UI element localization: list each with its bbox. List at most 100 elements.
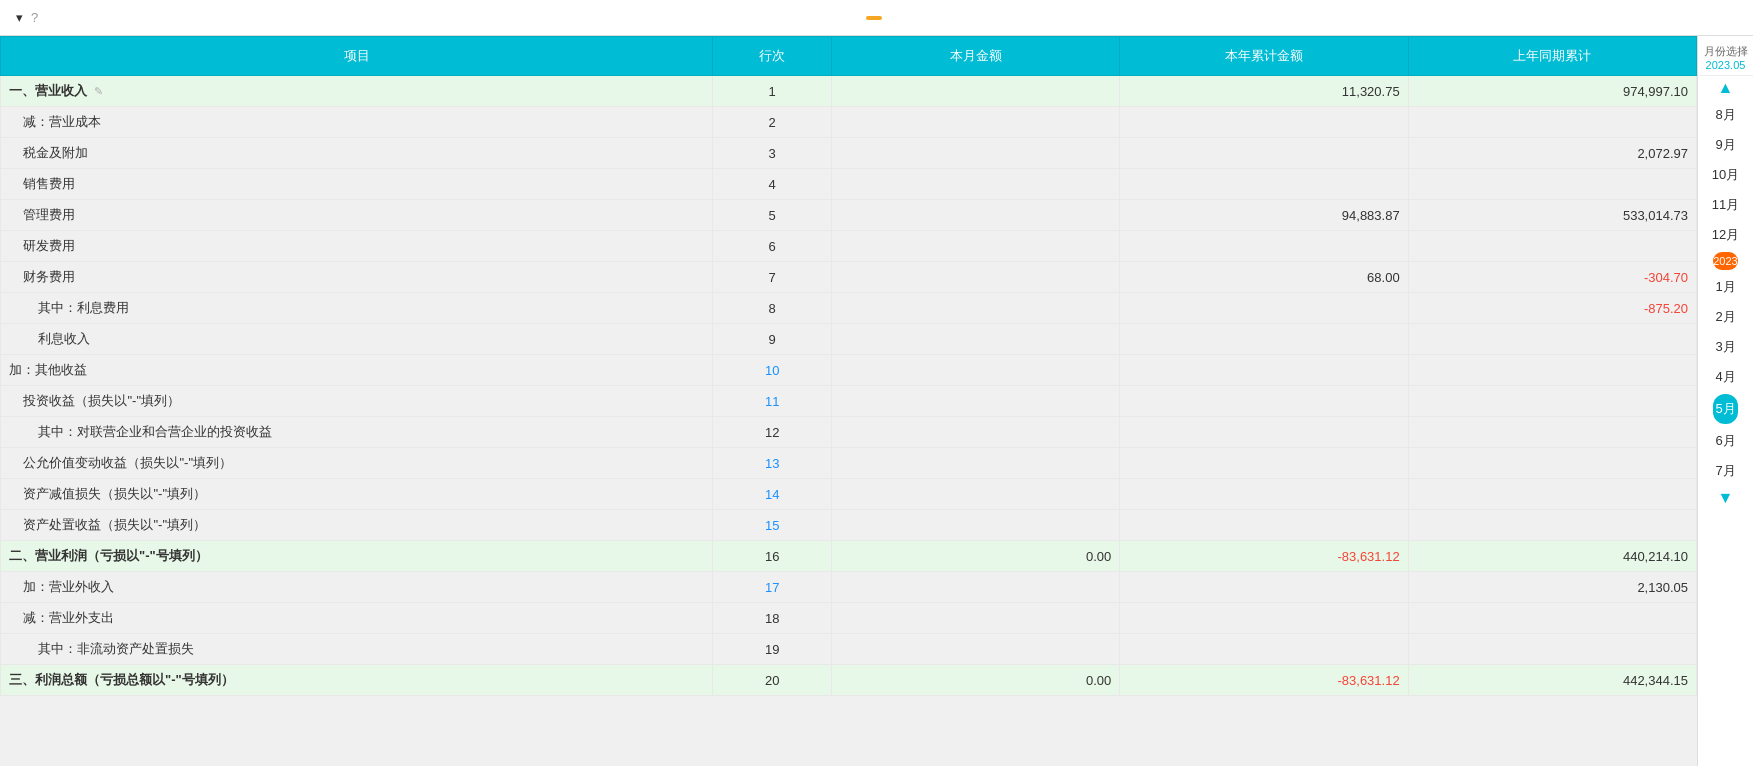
table-cell-rownumber: 13 (713, 448, 832, 479)
table-cell-item: 资产处置收益（损失以"-"填列） (1, 510, 713, 541)
table-cell-item: 其中：非流动资产处置损失 (1, 634, 713, 665)
table-cell-rownumber: 6 (713, 231, 832, 262)
table-cell-rownumber: 17 (713, 572, 832, 603)
table-cell-month (832, 169, 1120, 200)
month-item[interactable]: 6月 (1709, 426, 1741, 456)
scroll-up-button[interactable]: ▲ (1718, 80, 1734, 96)
table-cell-prev: 442,344.15 (1408, 665, 1696, 696)
help-icon[interactable]: ? (31, 10, 38, 25)
table-cell-rownumber: 20 (713, 665, 832, 696)
table-cell-year: 68.00 (1120, 262, 1408, 293)
table-cell-prev (1408, 603, 1696, 634)
table-cell-item: 资产减值损失（损失以"-"填列） (1, 479, 713, 510)
table-cell-rownumber: 16 (713, 541, 832, 572)
table-cell-rownumber: 1 (713, 76, 832, 107)
table-cell-year (1120, 572, 1408, 603)
month-item[interactable]: 7月 (1709, 456, 1741, 486)
table-cell-rownumber: 10 (713, 355, 832, 386)
main-container: 项目 行次 本月金额 本年累计金额 上年同期累计 一、营业收入 ✎111,320… (0, 36, 1753, 766)
month-item[interactable]: 3月 (1709, 332, 1741, 362)
table-cell-item: 其中：利息费用 (1, 293, 713, 324)
top-bar-center (850, 16, 882, 20)
table-cell-item: 公允价值变动收益（损失以"-"填列） (1, 448, 713, 479)
month-item[interactable]: 2023 (1713, 252, 1737, 270)
table-cell-year (1120, 355, 1408, 386)
table-cell-prev: -875.20 (1408, 293, 1696, 324)
nav-arrows-bottom: ▼ (1718, 486, 1734, 510)
table-cell-item: 加：营业外收入 (1, 572, 713, 603)
table-cell-year: -83,631.12 (1120, 541, 1408, 572)
table-cell-month (832, 262, 1120, 293)
month-item[interactable]: 5月 (1713, 394, 1737, 424)
table-cell-year: -83,631.12 (1120, 665, 1408, 696)
edit-icon[interactable]: ✎ (91, 85, 103, 97)
top-bar: ▾ ? (0, 0, 1753, 36)
month-item[interactable]: 10月 (1709, 160, 1741, 190)
table-cell-rownumber: 12 (713, 417, 832, 448)
table-cell-prev (1408, 386, 1696, 417)
year-month-label: 2023.05 (1706, 59, 1746, 71)
header-year: 本年累计金额 (1120, 37, 1408, 76)
scroll-down-button[interactable]: ▼ (1718, 490, 1734, 506)
table-cell-prev (1408, 510, 1696, 541)
table-cell-rownumber: 2 (713, 107, 832, 138)
table-cell-month (832, 231, 1120, 262)
table-cell-month (832, 510, 1120, 541)
table-cell-prev (1408, 324, 1696, 355)
table-cell-year (1120, 448, 1408, 479)
month-sidebar: 月份选择 2023.05 ▲ 8月9月10月11月12月20231月2月3月4月… (1697, 36, 1753, 766)
table-cell-item: 三、利润总额（亏损总额以"-"号填列） (1, 665, 713, 696)
table-cell-item: 利息收入 (1, 324, 713, 355)
table-cell-item: 销售费用 (1, 169, 713, 200)
table-cell-rownumber: 5 (713, 200, 832, 231)
table-cell-year (1120, 386, 1408, 417)
table-cell-month (832, 293, 1120, 324)
org-selector[interactable]: ▾ (12, 10, 23, 25)
table-cell-prev: 2,130.05 (1408, 572, 1696, 603)
table-cell-prev: 2,072.97 (1408, 138, 1696, 169)
status-badge (866, 16, 882, 20)
table-cell-month: 0.00 (832, 541, 1120, 572)
nav-arrows: ▲ (1718, 76, 1734, 100)
table-cell-item: 减：营业外支出 (1, 603, 713, 634)
table-cell-item: 财务费用 (1, 262, 713, 293)
table-cell-prev (1408, 231, 1696, 262)
table-cell-rownumber: 3 (713, 138, 832, 169)
table-cell-rownumber: 19 (713, 634, 832, 665)
header-item: 项目 (1, 37, 713, 76)
table-cell-prev (1408, 169, 1696, 200)
month-item[interactable]: 12月 (1709, 220, 1741, 250)
table-cell-rownumber: 4 (713, 169, 832, 200)
month-item[interactable]: 11月 (1709, 190, 1741, 220)
month-item[interactable]: 4月 (1709, 362, 1741, 392)
table-cell-year (1120, 634, 1408, 665)
table-cell-rownumber: 8 (713, 293, 832, 324)
table-cell-rownumber: 11 (713, 386, 832, 417)
month-item[interactable]: 8月 (1709, 100, 1741, 130)
header-prev: 上年同期累计 (1408, 37, 1696, 76)
table-cell-item: 研发费用 (1, 231, 713, 262)
table-cell-prev (1408, 634, 1696, 665)
report-table: 项目 行次 本月金额 本年累计金额 上年同期累计 一、营业收入 ✎111,320… (0, 36, 1697, 696)
table-cell-month (832, 107, 1120, 138)
table-cell-year (1120, 107, 1408, 138)
table-cell-month: 0.00 (832, 665, 1120, 696)
table-cell-year: 94,883.87 (1120, 200, 1408, 231)
table-cell-year (1120, 231, 1408, 262)
header-month: 本月金额 (832, 37, 1120, 76)
table-cell-month (832, 572, 1120, 603)
header-row: 行次 (713, 37, 832, 76)
month-item[interactable]: 2月 (1709, 302, 1741, 332)
table-cell-rownumber: 15 (713, 510, 832, 541)
table-cell-item: 其中：对联营企业和合营企业的投资收益 (1, 417, 713, 448)
table-cell-item: 管理费用 (1, 200, 713, 231)
table-cell-prev: 440,214.10 (1408, 541, 1696, 572)
table-cell-prev: 974,997.10 (1408, 76, 1696, 107)
table-cell-item: 加：其他收益 (1, 355, 713, 386)
table-cell-month (832, 448, 1120, 479)
month-item[interactable]: 9月 (1709, 130, 1741, 160)
table-cell-month (832, 479, 1120, 510)
month-item[interactable]: 1月 (1709, 272, 1741, 302)
table-cell-year (1120, 169, 1408, 200)
table-cell-month (832, 386, 1120, 417)
